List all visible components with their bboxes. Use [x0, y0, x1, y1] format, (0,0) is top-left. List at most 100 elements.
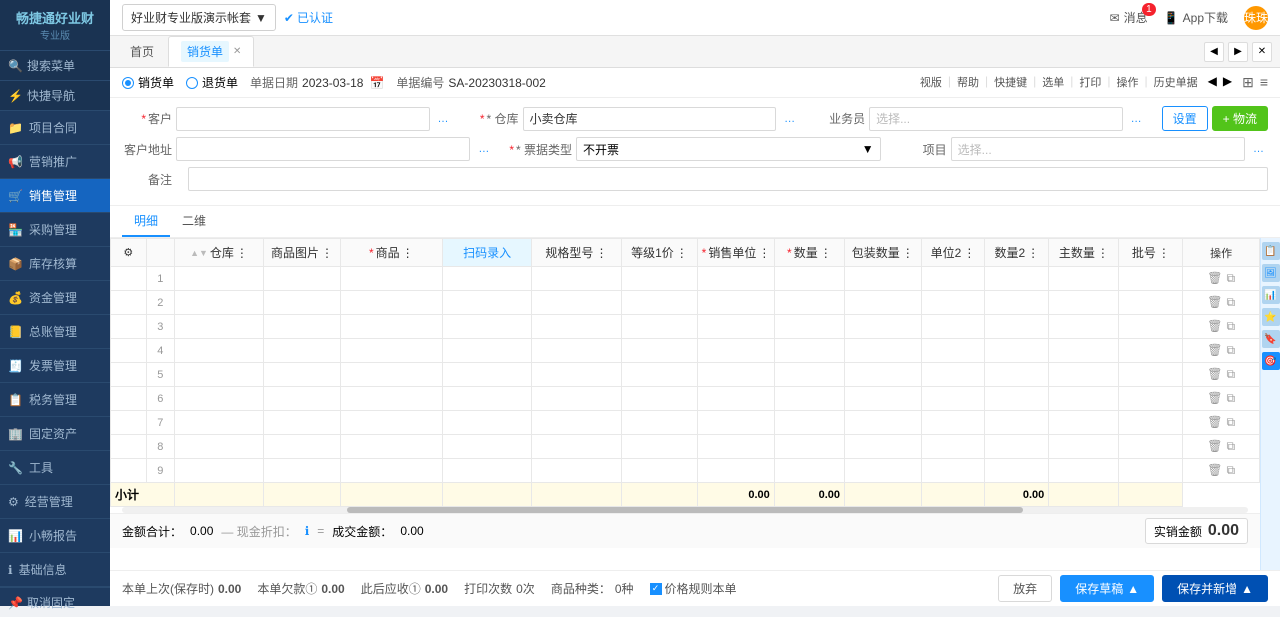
radio-sales-order[interactable]: 销货单: [122, 74, 174, 91]
radio-return-order[interactable]: 退货单: [186, 74, 238, 91]
row-delete-btn[interactable]: 🗑: [1207, 415, 1222, 430]
row-pkg-qty-cell[interactable]: [845, 363, 922, 387]
row-warehouse-cell[interactable]: [174, 411, 263, 435]
tab-detail[interactable]: 明细: [122, 206, 170, 237]
row-spec-cell[interactable]: [532, 291, 621, 315]
row-qty-cell[interactable]: [774, 387, 844, 411]
row-product-cell[interactable]: [340, 411, 442, 435]
note-input[interactable]: [188, 167, 1268, 191]
tab-sales-order[interactable]: 销货单 ✕: [168, 36, 254, 67]
row-unit-cell[interactable]: [698, 435, 775, 459]
tab-close-btn[interactable]: ✕: [233, 46, 241, 57]
row-delete-btn[interactable]: 🗑: [1207, 319, 1222, 334]
row-product-cell[interactable]: [340, 363, 442, 387]
col-product[interactable]: * 商品⋮: [340, 239, 442, 267]
row-unit-cell[interactable]: [698, 387, 775, 411]
tab-2d[interactable]: 二维: [170, 206, 218, 237]
row-qty-cell[interactable]: [774, 267, 844, 291]
staff-dots-btn[interactable]: …: [1127, 113, 1146, 125]
row-warehouse-cell[interactable]: [174, 315, 263, 339]
tab-prev-btn[interactable]: ◀: [1204, 42, 1224, 62]
sidebar-item-operations[interactable]: ⚙ 经营管理: [0, 485, 110, 519]
panel-icon-image[interactable]: 🖼: [1262, 264, 1280, 282]
row-main-qty-cell[interactable]: [1049, 387, 1119, 411]
col-scan[interactable]: 扫码录入: [442, 239, 531, 267]
row-qty2-cell[interactable]: [985, 459, 1049, 483]
row-price1-cell[interactable]: [621, 267, 698, 291]
row-warehouse-cell[interactable]: [174, 435, 263, 459]
project-input[interactable]: 选择...: [951, 137, 1245, 161]
row-img-cell[interactable]: [264, 267, 341, 291]
row-unit2-cell[interactable]: [921, 291, 985, 315]
sidebar-item-tax[interactable]: 📋 税务管理: [0, 383, 110, 417]
row-delete-btn[interactable]: 🗑: [1207, 271, 1222, 286]
sidebar-item-fixed-assets[interactable]: 🏢 固定资产: [0, 417, 110, 451]
price-rule-checkbox[interactable]: ✓ 价格规则本单: [650, 580, 737, 597]
row-pkg-qty-cell[interactable]: [845, 315, 922, 339]
row-spec-cell[interactable]: [532, 267, 621, 291]
col-qty[interactable]: * 数量⋮: [774, 239, 844, 267]
sidebar-item-inventory[interactable]: 📦 库存核算: [0, 247, 110, 281]
row-price1-cell[interactable]: [621, 291, 698, 315]
shortcut-btn[interactable]: 快捷键: [994, 74, 1027, 91]
message-btn[interactable]: ✉ 1 消息: [1110, 9, 1148, 26]
col-qty2[interactable]: 数量2⋮: [985, 239, 1049, 267]
operation-btn[interactable]: 操作: [1117, 74, 1139, 91]
list-view-btn[interactable]: ≡: [1260, 74, 1268, 91]
warehouse-dots-btn[interactable]: …: [780, 113, 799, 125]
row-img-cell[interactable]: [264, 363, 341, 387]
view-btn[interactable]: 视版: [920, 74, 942, 91]
row-unit2-cell[interactable]: [921, 411, 985, 435]
row-price1-cell[interactable]: [621, 387, 698, 411]
sidebar-item-reports[interactable]: 📊 小畅报告: [0, 519, 110, 553]
row-pkg-qty-cell[interactable]: [845, 291, 922, 315]
row-price1-cell[interactable]: [621, 435, 698, 459]
row-product-cell[interactable]: [340, 267, 442, 291]
row-spec-cell[interactable]: [532, 411, 621, 435]
row-img-cell[interactable]: [264, 459, 341, 483]
row-scan-cell[interactable]: [442, 267, 531, 291]
print-btn[interactable]: 打印: [1079, 74, 1101, 91]
row-main-qty-cell[interactable]: [1049, 363, 1119, 387]
nav-prev-btn[interactable]: ◀: [1208, 74, 1217, 91]
row-unit2-cell[interactable]: [921, 459, 985, 483]
row-img-cell[interactable]: [264, 339, 341, 363]
row-copy-btn[interactable]: ⧉: [1226, 391, 1235, 406]
staff-input[interactable]: 选择...: [869, 107, 1123, 131]
row-unit-cell[interactable]: [698, 267, 775, 291]
row-price1-cell[interactable]: [621, 459, 698, 483]
row-main-qty-cell[interactable]: [1049, 435, 1119, 459]
save-draft-btn[interactable]: 保存草稿 ▲: [1060, 575, 1154, 602]
row-price1-cell[interactable]: [621, 363, 698, 387]
row-scan-cell[interactable]: [442, 315, 531, 339]
col-pkg-qty[interactable]: 包装数量⋮: [845, 239, 922, 267]
row-img-cell[interactable]: [264, 315, 341, 339]
sidebar-item-marketing[interactable]: 📢 营销推广: [0, 145, 110, 179]
row-unit2-cell[interactable]: [921, 363, 985, 387]
row-delete-btn[interactable]: 🗑: [1207, 343, 1222, 358]
row-warehouse-cell[interactable]: [174, 291, 263, 315]
customer-dots-btn[interactable]: …: [434, 113, 453, 125]
row-unit2-cell[interactable]: [921, 387, 985, 411]
row-img-cell[interactable]: [264, 411, 341, 435]
row-pkg-qty-cell[interactable]: [845, 411, 922, 435]
sidebar-item-cancel-pin[interactable]: 📌 取消固定: [0, 587, 110, 617]
row-batch-cell[interactable]: [1119, 459, 1183, 483]
col-batch[interactable]: 批号⋮: [1119, 239, 1183, 267]
company-selector[interactable]: 好业财专业版演示帐套 ▼: [122, 4, 276, 31]
customer-input[interactable]: [176, 107, 430, 131]
row-pkg-qty-cell[interactable]: [845, 267, 922, 291]
row-qty-cell[interactable]: [774, 411, 844, 435]
row-qty2-cell[interactable]: [985, 267, 1049, 291]
row-warehouse-cell[interactable]: [174, 267, 263, 291]
row-spec-cell[interactable]: [532, 459, 621, 483]
row-batch-cell[interactable]: [1119, 411, 1183, 435]
col-spec[interactable]: 规格型号⋮: [532, 239, 621, 267]
row-scan-cell[interactable]: [442, 459, 531, 483]
row-qty-cell[interactable]: [774, 435, 844, 459]
row-delete-btn[interactable]: 🗑: [1207, 439, 1222, 454]
row-unit-cell[interactable]: [698, 459, 775, 483]
row-qty2-cell[interactable]: [985, 363, 1049, 387]
sidebar-item-fund[interactable]: 💰 资金管理: [0, 281, 110, 315]
history-btn[interactable]: 历史单据: [1154, 74, 1198, 91]
